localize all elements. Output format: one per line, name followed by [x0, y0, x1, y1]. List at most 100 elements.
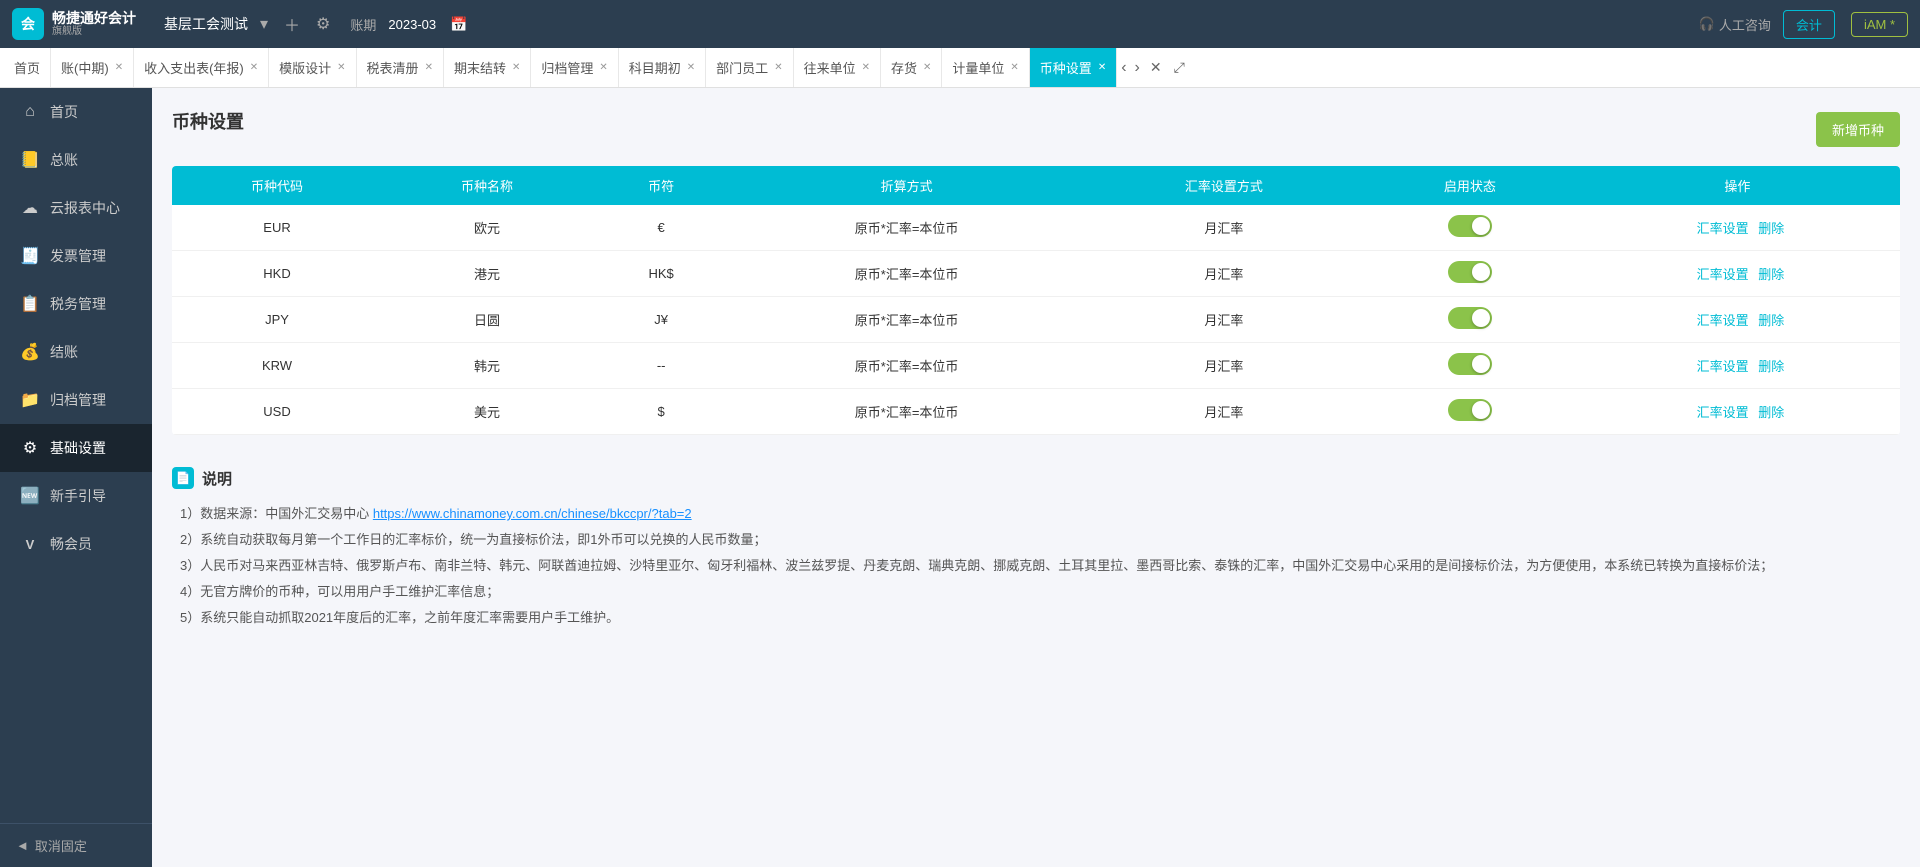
pin-toggle[interactable]: ◄ 取消固定: [0, 823, 152, 867]
enabled-toggle[interactable]: [1448, 353, 1492, 375]
rate-settings-link[interactable]: 汇率设置: [1697, 267, 1749, 282]
project-dropdown-icon[interactable]: ▾: [256, 10, 272, 38]
sidebar-item-label: 基础设置: [50, 438, 106, 458]
notes-title-text: 说明: [202, 468, 232, 489]
archive-icon: 📁: [20, 390, 40, 410]
tab-home[interactable]: 首页: [4, 48, 51, 88]
tab-next-btn[interactable]: ›: [1131, 48, 1144, 88]
col-name: 币种名称: [382, 166, 592, 205]
cell-actions: 汇率设置 删除: [1575, 251, 1900, 297]
tab-close-icon[interactable]: ✕: [1098, 62, 1106, 73]
cell-calc: 原币*汇率=本位币: [730, 343, 1083, 389]
add-project-btn[interactable]: ＋: [280, 8, 304, 40]
cell-rate-type: 月汇率: [1083, 205, 1365, 251]
notes-title: 📄 说明: [172, 467, 1900, 489]
tab-tax[interactable]: 税表清册 ✕: [357, 48, 444, 88]
delete-link[interactable]: 删除: [1758, 313, 1784, 328]
enabled-toggle[interactable]: [1448, 215, 1492, 237]
logo-area: 会 畅捷通好会计 旗舰版: [12, 8, 164, 40]
enabled-toggle[interactable]: [1448, 261, 1492, 283]
tab-currency[interactable]: 币种设置 ✕: [1030, 48, 1117, 88]
enabled-toggle[interactable]: [1448, 399, 1492, 421]
tab-period[interactable]: 账(中期) ✕: [51, 48, 134, 88]
calendar-icon[interactable]: 📅: [450, 16, 467, 33]
tab-close-icon[interactable]: ✕: [774, 62, 782, 73]
delete-link[interactable]: 删除: [1758, 267, 1784, 282]
sidebar-item-checkout[interactable]: 💰 结账: [0, 328, 152, 376]
delete-link[interactable]: 删除: [1758, 359, 1784, 374]
tab-close-icon[interactable]: ✕: [1010, 62, 1018, 73]
sidebar-item-archive[interactable]: 📁 归档管理: [0, 376, 152, 424]
cell-actions: 汇率设置 删除: [1575, 297, 1900, 343]
tab-close-icon[interactable]: ✕: [599, 62, 607, 73]
sidebar-item-reports[interactable]: ☁ 云报表中心: [0, 184, 152, 232]
tab-subject[interactable]: 科目期初 ✕: [619, 48, 706, 88]
rate-settings-link[interactable]: 汇率设置: [1697, 221, 1749, 236]
app-name: 畅捷通好会计: [52, 10, 136, 27]
cell-status: [1365, 389, 1575, 435]
account-button[interactable]: 会计: [1783, 10, 1835, 39]
tab-close-icon[interactable]: ✕: [337, 62, 345, 73]
tab-close-icon[interactable]: ✕: [923, 62, 931, 73]
content-area: 币种设置 新增币种 币种代码 币种名称 币符 折算方式 汇率设置方式 启用状态 …: [152, 88, 1920, 867]
tab-unit[interactable]: 计量单位 ✕: [942, 48, 1029, 88]
tab-period-end[interactable]: 期末结转 ✕: [444, 48, 531, 88]
table-row: EUR 欧元 € 原币*汇率=本位币 月汇率 汇率设置 删除: [172, 205, 1900, 251]
delete-link[interactable]: 删除: [1758, 221, 1784, 236]
tab-close-all-btn[interactable]: ✕: [1144, 48, 1168, 88]
iam-button[interactable]: iAM *: [1851, 12, 1908, 37]
tab-fullscreen-btn[interactable]: ⤢: [1168, 48, 1191, 88]
tab-close-icon[interactable]: ✕: [687, 62, 695, 73]
tax-icon: 📋: [20, 294, 40, 314]
sidebar-item-member[interactable]: V 畅会员: [0, 520, 152, 568]
tab-label: 收入支出表(年报): [144, 58, 244, 77]
sidebar-item-settings[interactable]: ⚙ 基础设置: [0, 424, 152, 472]
tab-label: 往来单位: [804, 58, 856, 77]
cell-code: JPY: [172, 297, 382, 343]
tab-bar: 首页 账(中期) ✕ 收入支出表(年报) ✕ 模版设计 ✕ 税表清册 ✕ 期末结…: [0, 48, 1920, 88]
rate-settings-link[interactable]: 汇率设置: [1697, 313, 1749, 328]
content-header: 币种设置 新增币种: [172, 108, 1900, 150]
sidebar-item-home[interactable]: ⌂ 首页: [0, 88, 152, 136]
china-money-link[interactable]: https://www.chinamoney.com.cn/chinese/bk…: [373, 506, 692, 521]
tab-close-icon[interactable]: ✕: [512, 62, 520, 73]
delete-link[interactable]: 删除: [1758, 405, 1784, 420]
tab-label: 科目期初: [629, 58, 681, 77]
tab-close-icon[interactable]: ✕: [425, 62, 433, 73]
project-name[interactable]: 基层工会测试: [164, 14, 248, 34]
tab-prev-btn[interactable]: ‹: [1117, 48, 1130, 88]
table-header-row: 币种代码 币种名称 币符 折算方式 汇率设置方式 启用状态 操作: [172, 166, 1900, 205]
new-currency-button[interactable]: 新增币种: [1816, 112, 1900, 147]
settings-gear-icon: ⚙: [20, 438, 40, 458]
sidebar-item-invoice[interactable]: 🧾 发票管理: [0, 232, 152, 280]
tab-close-icon[interactable]: ✕: [115, 62, 123, 73]
tab-income[interactable]: 收入支出表(年报) ✕: [134, 48, 269, 88]
tab-dept[interactable]: 部门员工 ✕: [706, 48, 793, 88]
tab-inventory[interactable]: 存货 ✕: [881, 48, 942, 88]
tab-close-icon[interactable]: ✕: [862, 62, 870, 73]
tab-close-icon[interactable]: ✕: [250, 62, 258, 73]
sidebar-item-guide[interactable]: 🆕 新手引导: [0, 472, 152, 520]
notes-item: 5）系统只能自动抓取2021年度后的汇率，之前年度汇率需要用户手工维护。: [180, 605, 1900, 631]
sidebar-item-label: 归档管理: [50, 390, 106, 410]
cell-status: [1365, 343, 1575, 389]
support-button[interactable]: 🎧 人工咨询: [1699, 15, 1771, 34]
cell-status: [1365, 251, 1575, 297]
tab-label: 存货: [891, 58, 917, 77]
header-center: 基层工会测试 ▾ ＋ ⚙ 账期 2023-03 📅: [164, 8, 1699, 40]
tab-clients[interactable]: 往来单位 ✕: [794, 48, 881, 88]
tab-template[interactable]: 模版设计 ✕: [269, 48, 356, 88]
rate-settings-link[interactable]: 汇率设置: [1697, 359, 1749, 374]
col-symbol: 币符: [592, 166, 730, 205]
settings-icon[interactable]: ⚙: [312, 10, 334, 38]
tab-archive[interactable]: 归档管理 ✕: [531, 48, 618, 88]
enabled-toggle[interactable]: [1448, 307, 1492, 329]
sidebar-item-label: 畅会员: [50, 534, 92, 554]
rate-settings-link[interactable]: 汇率设置: [1697, 405, 1749, 420]
cell-symbol: €: [592, 205, 730, 251]
sidebar-item-tax[interactable]: 📋 税务管理: [0, 280, 152, 328]
sidebar-item-label: 发票管理: [50, 246, 106, 266]
sidebar-item-ledger[interactable]: 📒 总账: [0, 136, 152, 184]
table-row: KRW 韩元 -- 原币*汇率=本位币 月汇率 汇率设置 删除: [172, 343, 1900, 389]
notes-item: 3）人民币对马来西亚林吉特、俄罗斯卢布、南非兰特、韩元、阿联酋迪拉姆、沙特里亚尔…: [180, 553, 1900, 579]
